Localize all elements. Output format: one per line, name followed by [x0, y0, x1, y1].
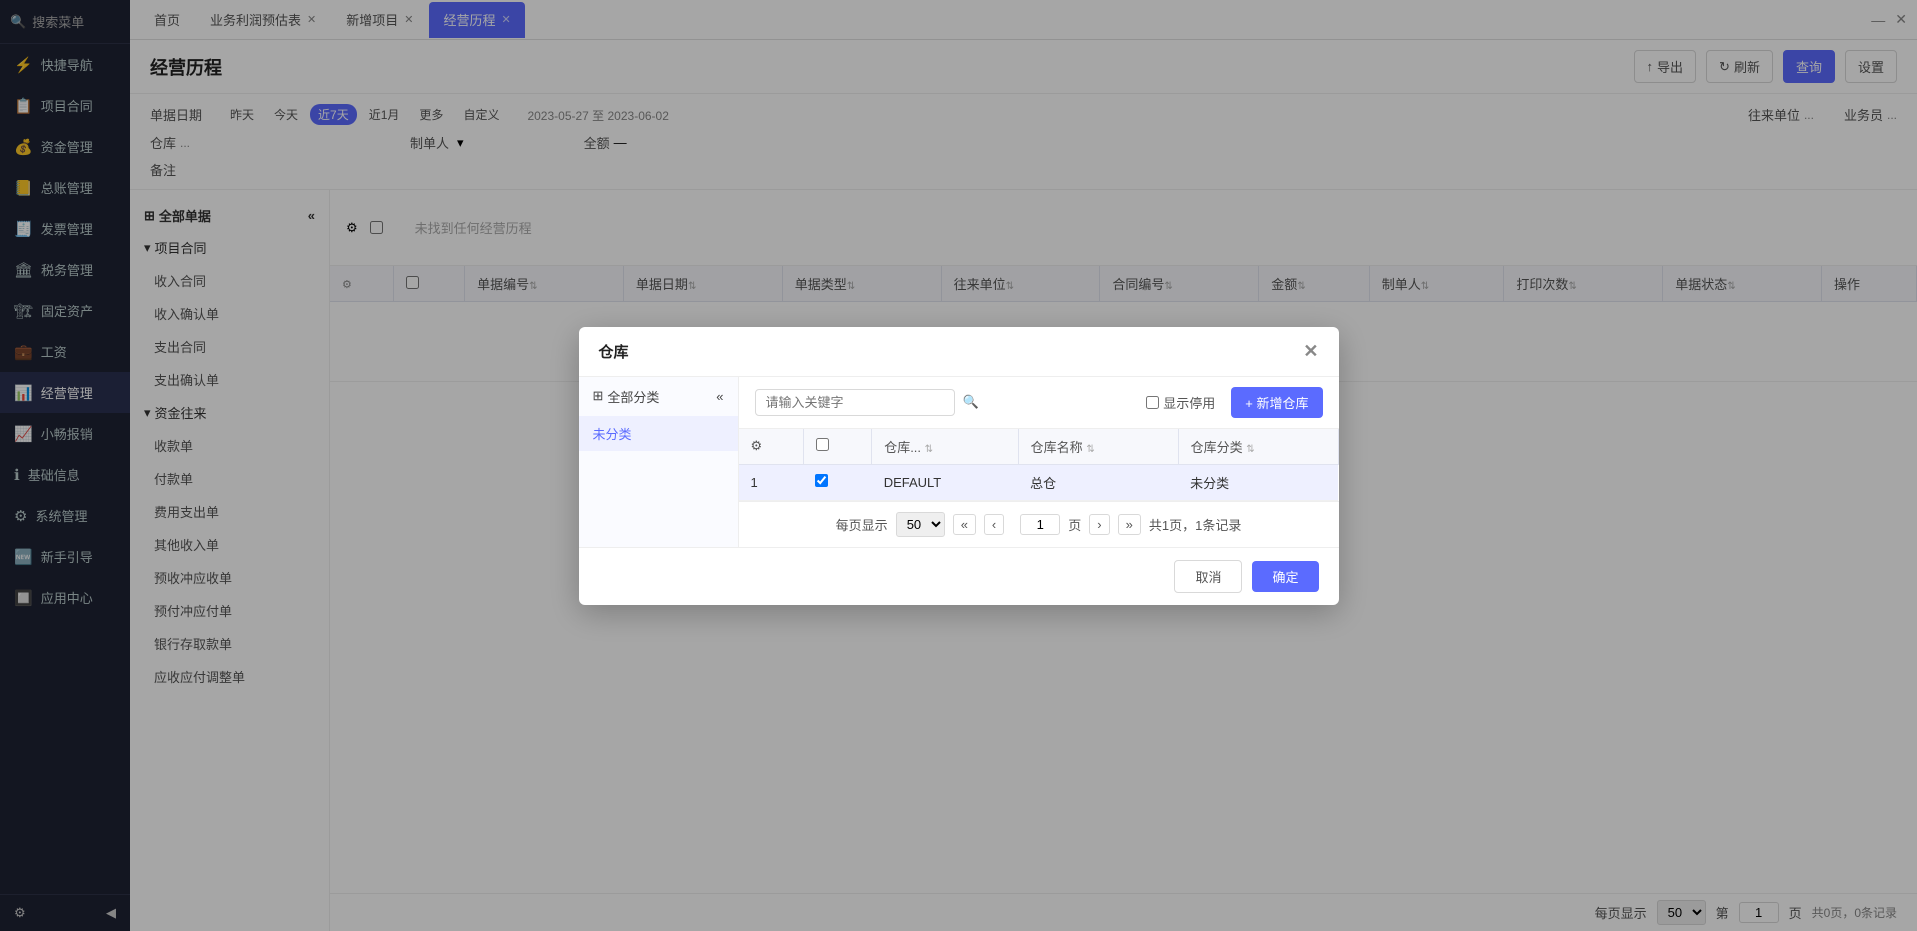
row-name-cell: 总仓: [1018, 464, 1178, 500]
row-code-cell: DEFAULT: [872, 464, 1018, 500]
modal-title: 仓库: [599, 341, 629, 362]
modal-page-label: 页: [1068, 515, 1081, 534]
category-icon: ⊞: [593, 388, 604, 404]
modal-per-page-select[interactable]: 50: [896, 512, 945, 537]
modal-per-page-label: 每页显示: [836, 515, 888, 534]
row-category-cell: 未分类: [1178, 464, 1338, 500]
show-disabled-checkbox[interactable]: [1146, 396, 1159, 409]
modal-table: ⚙ 仓库... ⇅ 仓库名称 ⇅: [739, 429, 1339, 501]
table-row[interactable]: 1 DEFAULT 总仓 未分类: [739, 464, 1339, 500]
modal-all-category[interactable]: ⊞ 全部分类 «: [579, 377, 738, 416]
modal-body: ⊞ 全部分类 « 未分类 🔍: [579, 377, 1339, 547]
modal-col-category: 仓库分类 ⇅: [1178, 429, 1338, 465]
modal-col-code: 仓库... ⇅: [872, 429, 1018, 465]
modal-category-panel: ⊞ 全部分类 « 未分类: [579, 377, 739, 547]
confirm-button[interactable]: 确定: [1252, 561, 1318, 592]
row-checkbox-cell[interactable]: [803, 464, 871, 500]
add-warehouse-button[interactable]: + 新增仓库: [1231, 387, 1322, 418]
first-page-button[interactable]: «: [953, 514, 976, 535]
modal-header: 仓库 ✕: [579, 327, 1339, 377]
next-page-button[interactable]: ›: [1089, 514, 1109, 535]
last-page-button[interactable]: »: [1118, 514, 1141, 535]
cancel-button[interactable]: 取消: [1174, 560, 1242, 593]
modal-search-area: 🔍: [755, 389, 979, 416]
collapse-modal-left-icon[interactable]: «: [716, 389, 723, 404]
modal-category-unclassified[interactable]: 未分类: [579, 416, 738, 451]
show-disabled-label[interactable]: 显示停用: [1146, 393, 1215, 412]
modal-col-gear[interactable]: ⚙: [739, 429, 804, 465]
modal-search-icon[interactable]: 🔍: [963, 394, 979, 410]
modal-table-header: ⚙ 仓库... ⇅ 仓库名称 ⇅: [739, 429, 1339, 465]
modal-table-wrap[interactable]: ⚙ 仓库... ⇅ 仓库名称 ⇅: [739, 429, 1339, 501]
modal-col-name: 仓库名称 ⇅: [1018, 429, 1178, 465]
modal-search-input[interactable]: [755, 389, 955, 416]
row-id-cell: 1: [739, 464, 804, 500]
modal-col-checkbox[interactable]: [803, 429, 871, 465]
modal-pagination: 每页显示 50 « ‹ 页 › » 共1页，1条记录: [739, 501, 1339, 547]
modal-footer: 取消 确定: [579, 547, 1339, 605]
modal-overlay[interactable]: 仓库 ✕ ⊞ 全部分类 « 未分类: [0, 0, 1917, 931]
all-category-label: 全部分类: [607, 387, 659, 406]
modal-right-panel: 🔍 显示停用 + 新增仓库: [739, 377, 1339, 547]
warehouse-modal: 仓库 ✕ ⊞ 全部分类 « 未分类: [579, 327, 1339, 605]
modal-gear-icon: ⚙: [751, 438, 763, 453]
modal-page-input[interactable]: [1020, 514, 1060, 535]
prev-page-button[interactable]: ‹: [984, 514, 1004, 535]
modal-header-checkbox[interactable]: [816, 438, 829, 451]
row-checkbox[interactable]: [815, 474, 828, 487]
modal-close-button[interactable]: ✕: [1303, 341, 1318, 362]
modal-toolbar: 🔍 显示停用 + 新增仓库: [739, 377, 1339, 429]
modal-total: 共1页，1条记录: [1149, 515, 1241, 534]
